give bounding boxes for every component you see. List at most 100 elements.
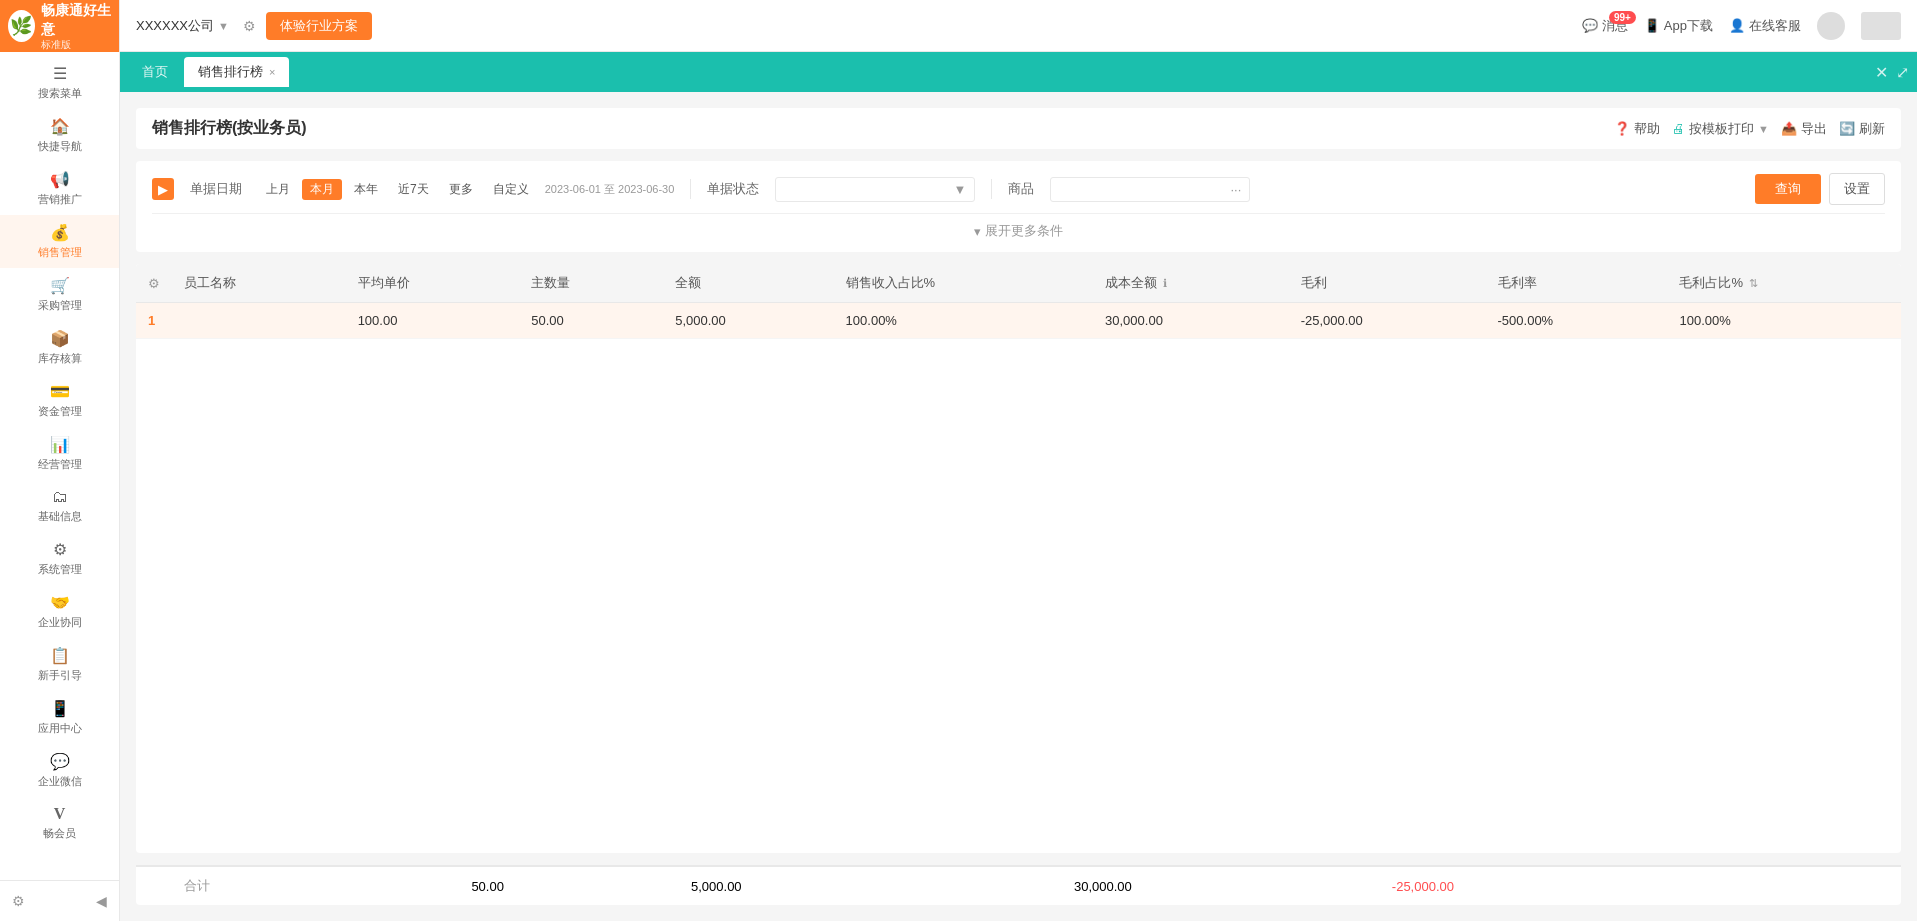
data-table: ⚙ 员工名称 平均单价 主数量 全额 (136, 264, 1901, 339)
enterprise-icon: 🤝 (50, 593, 70, 612)
sidebar-item-marketing[interactable]: 📢 营销推广 (0, 162, 119, 215)
sidebar-item-app-center[interactable]: 📱 应用中心 (0, 691, 119, 744)
try-industry-btn[interactable]: 体验行业方案 (266, 12, 372, 40)
sidebar-item-finance[interactable]: 💳 资金管理 (0, 374, 119, 427)
sidebar-item-system[interactable]: ⚙ 系统管理 (0, 532, 119, 585)
export-label: 导出 (1801, 120, 1827, 138)
page-actions: ❓ 帮助 🖨 按模板打印 ▼ 📤 导出 🔄 刷新 (1614, 120, 1885, 138)
cell-gross: -25,000.00 (1289, 303, 1486, 339)
rank-number: 1 (148, 313, 155, 328)
footer-sales-pct (969, 877, 1062, 895)
logo-text: 畅康通好生意 标准版 (41, 1, 111, 50)
window-maximize-icon[interactable]: ⤢ (1896, 63, 1909, 82)
gross-pct-sort-icon[interactable]: ⇅ (1749, 277, 1758, 289)
th-settings[interactable]: ⚙ (136, 264, 172, 303)
sidebar-item-sales[interactable]: 💰 销售管理 (0, 215, 119, 268)
message-icon: 💬 (1582, 18, 1598, 33)
filter-divider-1 (690, 179, 691, 199)
help-label: 帮助 (1634, 120, 1660, 138)
help-btn[interactable]: ❓ 帮助 (1614, 120, 1660, 138)
filter-settings-btn[interactable]: 设置 (1829, 173, 1885, 205)
message-btn[interactable]: 💬 消息 99+ (1582, 17, 1628, 35)
tab-close-icon[interactable]: × (269, 66, 275, 78)
window-close-icon[interactable]: ✕ (1875, 63, 1888, 82)
sidebar-item-inventory[interactable]: 📦 库存核算 (0, 321, 119, 374)
th-cost: 成本全额 ℹ (1093, 264, 1289, 303)
template-print-btn[interactable]: 🖨 按模板打印 ▼ (1672, 120, 1769, 138)
cell-amount: 5,000.00 (663, 303, 833, 339)
date-this-month-btn[interactable]: 本月 (302, 179, 342, 200)
goods-input[interactable]: ··· (1050, 177, 1250, 202)
cell-sales-pct: 100.00% (834, 303, 1093, 339)
expand-more-label: 展开更多条件 (985, 222, 1063, 240)
table-footer: 合计 50.00 5,000.00 30,000.00 -25,000.00 (136, 865, 1901, 905)
sidebar-item-basic-info[interactable]: 🗂 基础信息 (0, 480, 119, 532)
sidebar-item-guide[interactable]: 📋 新手引导 (0, 638, 119, 691)
cell-qty: 50.00 (519, 303, 663, 339)
filter-toggle-btn[interactable]: ▶ (152, 178, 174, 200)
tab-sales-ranking[interactable]: 销售排行榜 × (184, 57, 289, 87)
filter-area: ▶ 单据日期 上月 本月 本年 近7天 更多 自定义 2023-06-01 至 … (136, 161, 1901, 252)
sidebar-item-vip[interactable]: V 畅会员 (0, 797, 119, 849)
user-menu[interactable] (1861, 12, 1901, 40)
active-tab-label: 销售排行榜 (198, 63, 263, 81)
date-filter-buttons: 上月 本月 本年 近7天 更多 自定义 2023-06-01 至 2023-06… (258, 179, 674, 200)
column-settings-icon[interactable]: ⚙ (148, 276, 160, 291)
inventory-icon: 📦 (50, 329, 70, 348)
date-7days-btn[interactable]: 近7天 (390, 179, 437, 200)
expand-more-btn[interactable]: ▾ 展开更多条件 (152, 213, 1885, 240)
footer-gross-pct (1808, 877, 1901, 895)
cell-gross-rate: -500.00% (1486, 303, 1668, 339)
page-title: 销售排行榜(按业务员) (152, 118, 307, 139)
footer-qty: 50.00 (459, 877, 679, 895)
footer-gross: -25,000.00 (1380, 877, 1715, 895)
footer-avg-price (366, 877, 459, 895)
date-custom-btn[interactable]: 自定义 (485, 179, 537, 200)
message-badge: 99+ (1609, 11, 1636, 24)
sidebar-nav: ☰ 搜索菜单 🏠 快捷导航 📢 营销推广 💰 销售管理 🛒 采购管理 📦 库存核… (0, 52, 119, 880)
goods-more-icon: ··· (1231, 182, 1242, 197)
app-download-label: App下载 (1664, 17, 1713, 35)
search-order-icon: ☰ (53, 64, 67, 83)
sidebar-item-search-order[interactable]: ☰ 搜索菜单 (0, 56, 119, 109)
topbar-right: 💬 消息 99+ 📱 App下载 👤 在线客服 (1582, 12, 1901, 40)
refresh-btn[interactable]: 🔄 刷新 (1839, 120, 1885, 138)
print-label: 按模板打印 (1689, 120, 1754, 138)
tabbar-right: ✕ ⤢ (1875, 63, 1909, 82)
sidebar-item-operations[interactable]: 📊 经营管理 (0, 427, 119, 480)
print-icon: 🖨 (1672, 121, 1685, 136)
topbar-gear-icon[interactable]: ⚙ (243, 18, 256, 34)
tabbar: 首页 销售排行榜 × ✕ ⤢ (120, 52, 1917, 92)
topbar: XXXXXX公司 ▼ ⚙ 体验行业方案 💬 消息 99+ 📱 App下载 👤 在… (120, 0, 1917, 52)
date-this-year-btn[interactable]: 本年 (346, 179, 386, 200)
filter-row-1: ▶ 单据日期 上月 本月 本年 近7天 更多 自定义 2023-06-01 至 … (152, 173, 1885, 205)
sidebar-item-enterprise[interactable]: 🤝 企业协同 (0, 585, 119, 638)
print-dropdown-icon: ▼ (1758, 123, 1769, 135)
status-select[interactable]: ▼ (775, 177, 975, 202)
online-service-btn[interactable]: 👤 在线客服 (1729, 17, 1801, 35)
company-selector[interactable]: XXXXXX公司 ▼ (136, 17, 229, 35)
footer-row: 合计 50.00 5,000.00 30,000.00 -25,000.00 (136, 877, 1901, 895)
sidebar-item-wechat[interactable]: 💬 企业微信 (0, 744, 119, 797)
sidebar-collapse-btn[interactable]: ◀ (92, 889, 111, 913)
export-btn[interactable]: 📤 导出 (1781, 120, 1827, 138)
th-qty: 主数量 (519, 264, 663, 303)
page-header: 销售排行榜(按业务员) ❓ 帮助 🖨 按模板打印 ▼ 📤 导出 🔄 刷新 (136, 108, 1901, 149)
sidebar-settings-btn[interactable]: ⚙ (8, 889, 29, 913)
table-header-row: ⚙ 员工名称 平均单价 主数量 全额 (136, 264, 1901, 303)
tab-home[interactable]: 首页 (128, 57, 182, 87)
cell-gross-pct: 100.00% (1667, 303, 1901, 339)
date-more-btn[interactable]: 更多 (441, 179, 481, 200)
cost-info-icon: ℹ (1163, 277, 1167, 289)
th-gross-pct: 毛利占比% ⇅ (1667, 264, 1901, 303)
sidebar-item-quick-nav[interactable]: 🏠 快捷导航 (0, 109, 119, 162)
avatar[interactable] (1817, 12, 1845, 40)
footer-gross-rate (1715, 877, 1808, 895)
app-download-btn[interactable]: 📱 App下载 (1644, 17, 1713, 35)
sidebar-item-purchase[interactable]: 🛒 采购管理 (0, 268, 119, 321)
th-amount: 全额 (663, 264, 833, 303)
query-btn[interactable]: 查询 (1755, 174, 1821, 204)
cell-rank: 1 (136, 303, 172, 339)
th-avg-price: 平均单价 (346, 264, 520, 303)
date-last-month-btn[interactable]: 上月 (258, 179, 298, 200)
